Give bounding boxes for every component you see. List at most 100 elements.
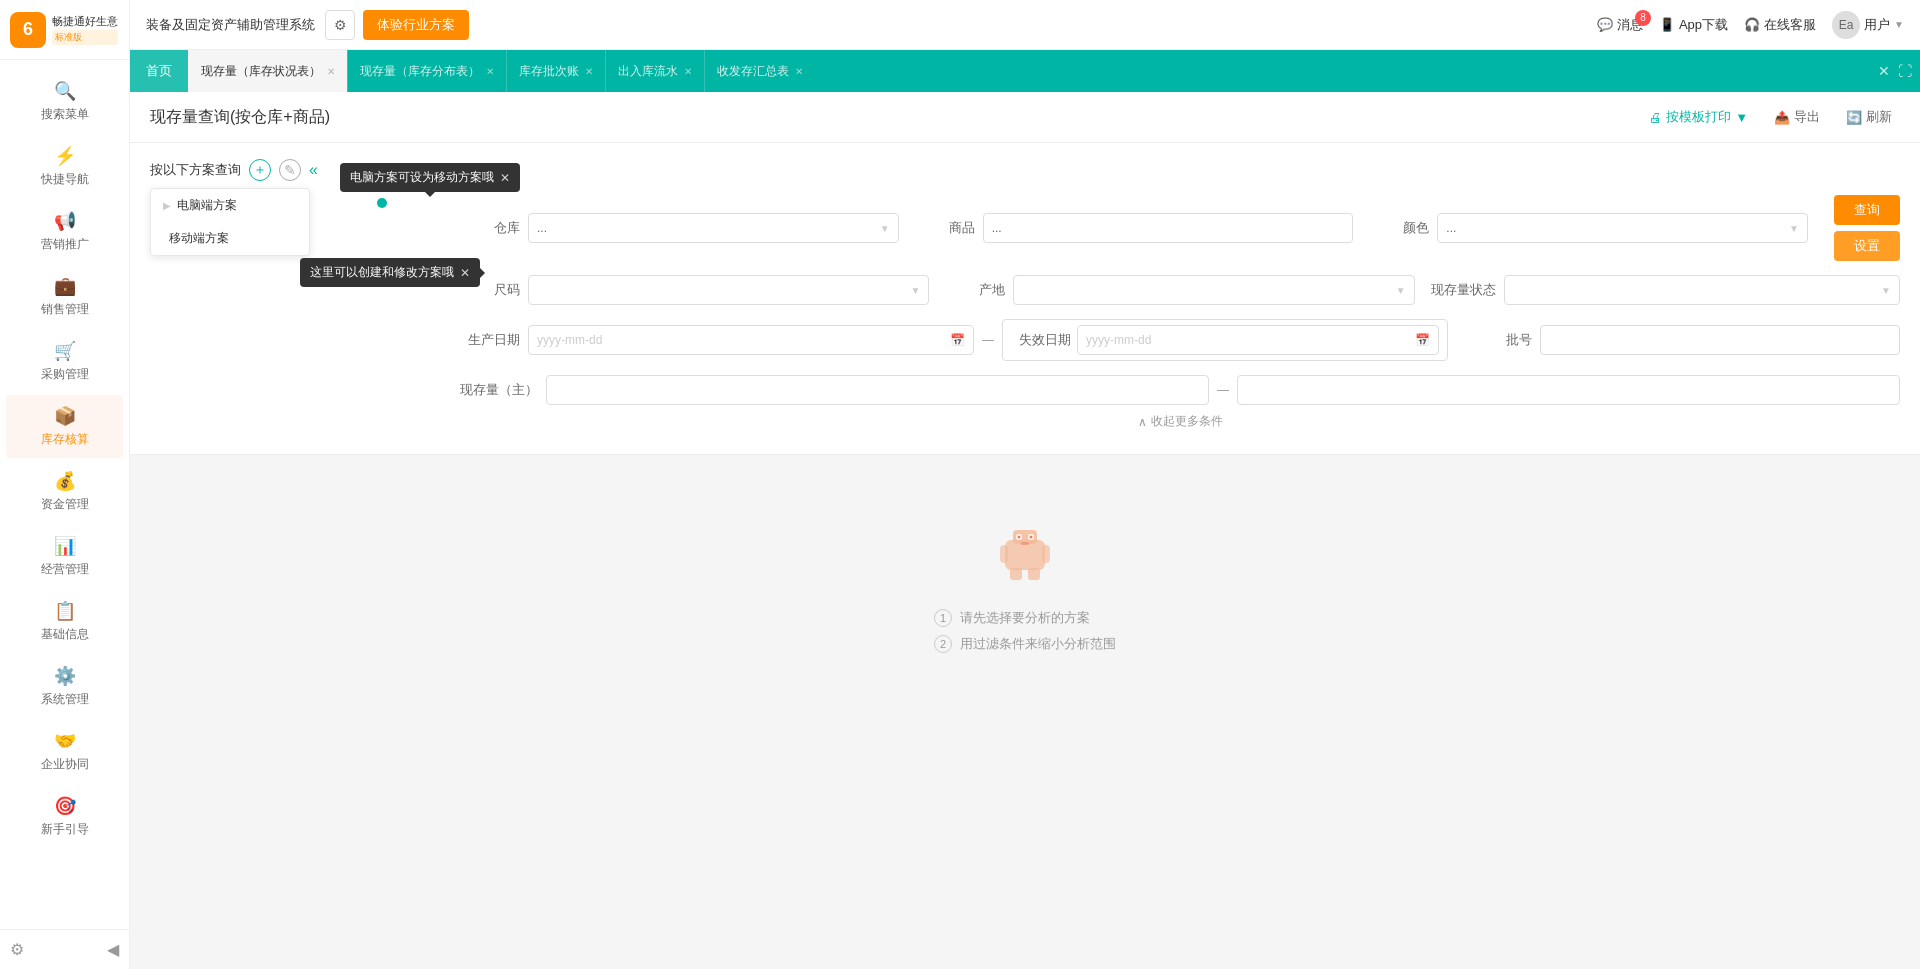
sidebar-item-label: 搜索菜单 bbox=[41, 106, 89, 123]
warehouse-label: 仓库 bbox=[460, 219, 520, 237]
filter-row-3: 生产日期 yyyy-mm-dd 📅 — 失效日期 yyyy-mm-dd 📅 bbox=[460, 319, 1900, 361]
stock-status-select[interactable]: ▼ bbox=[1504, 275, 1900, 305]
tab-close-icon[interactable]: ✕ bbox=[795, 66, 803, 77]
svg-point-5 bbox=[1030, 536, 1033, 539]
sidebar-item-enterprise[interactable]: 🤝 企业协同 bbox=[6, 720, 123, 783]
logo-badge: 标准版 bbox=[52, 30, 118, 45]
tab-receive-send-summary[interactable]: 收发存汇总表 ✕ bbox=[704, 50, 815, 92]
query-button[interactable]: 查询 bbox=[1834, 195, 1900, 225]
select-arrow-icon: ▼ bbox=[1396, 285, 1406, 296]
filter-row-4: 现存量（主） — bbox=[460, 375, 1900, 405]
origin-select[interactable]: ▼ bbox=[1013, 275, 1414, 305]
sidebar-item-marketing[interactable]: 📢 营销推广 bbox=[6, 200, 123, 263]
warehouse-group: 仓库 ... ▼ bbox=[460, 213, 899, 243]
sidebar-item-system[interactable]: ⚙️ 系统管理 bbox=[6, 655, 123, 718]
finance-nav-icon: 💰 bbox=[54, 470, 76, 492]
purchase-nav-icon: 🛒 bbox=[54, 340, 76, 362]
logo-icon: 6 bbox=[10, 12, 46, 48]
print-button[interactable]: 🖨 按模板打印 ▼ bbox=[1641, 104, 1756, 130]
sidebar-item-guide[interactable]: 🎯 新手引导 bbox=[6, 785, 123, 848]
scheme-panel-mobile[interactable]: 移动端方案 bbox=[151, 222, 309, 255]
sidebar-item-purchase[interactable]: 🛒 采购管理 bbox=[6, 330, 123, 393]
tooltip-close-scheme-icon[interactable]: ✕ bbox=[460, 266, 470, 280]
export-button[interactable]: 📤 导出 bbox=[1766, 104, 1828, 130]
scheme-panel-desktop[interactable]: ▶ 电脑端方案 bbox=[151, 189, 309, 222]
filter-row-2: 尺码 ▼ 产地 ▼ bbox=[460, 275, 1900, 305]
tab-batch-account[interactable]: 库存批次账 ✕ bbox=[506, 50, 605, 92]
message-button[interactable]: 💬 消息 8 bbox=[1597, 16, 1643, 34]
back-arrow-icon[interactable]: « bbox=[309, 161, 318, 179]
add-scheme-button[interactable]: ＋ bbox=[249, 159, 271, 181]
expiry-date-label: 失效日期 bbox=[1011, 331, 1071, 349]
filter-section: 按以下方案查询 ＋ ✎ « 电脑方案可设为移动方案哦 ✕ ▶ 电脑端方案 bbox=[130, 143, 1920, 455]
select-arrow-icon: ▼ bbox=[1789, 223, 1799, 234]
tab-close-icon[interactable]: ✕ bbox=[327, 66, 335, 77]
tooltip-close-icon[interactable]: ✕ bbox=[500, 171, 510, 185]
svg-rect-8 bbox=[1042, 545, 1050, 563]
stock-main-end-input[interactable] bbox=[1237, 375, 1900, 405]
empty-tips: 1 请先选择要分析的方案 2 用过滤条件来缩小分析范围 bbox=[934, 609, 1116, 653]
tab-close-icon[interactable]: ✕ bbox=[585, 66, 593, 77]
main-content: 装备及固定资产辅助管理系统 ⚙ 体验行业方案 💬 消息 8 📱 App下载 🎧 … bbox=[130, 0, 1920, 969]
sidebar-item-search[interactable]: 🔍 搜索菜单 bbox=[6, 70, 123, 133]
size-select[interactable]: ▼ bbox=[528, 275, 929, 305]
sidebar-item-finance[interactable]: 💰 资金管理 bbox=[6, 460, 123, 523]
experience-button[interactable]: 体验行业方案 bbox=[363, 10, 469, 40]
color-select[interactable]: ... ▼ bbox=[1437, 213, 1808, 243]
tab-fullscreen-icon[interactable]: ⛶ bbox=[1898, 63, 1912, 79]
tab-inventory-distribution[interactable]: 现存量（库存分布表） ✕ bbox=[347, 50, 506, 92]
enterprise-nav-icon: 🤝 bbox=[54, 730, 76, 752]
stock-status-group: 现存量状态 ▼ bbox=[1431, 275, 1900, 305]
support-button[interactable]: 🎧 在线客服 bbox=[1744, 16, 1816, 34]
filter-label: 按以下方案查询 bbox=[150, 161, 241, 179]
app-download-button[interactable]: 📱 App下载 bbox=[1659, 16, 1728, 34]
sidebar-item-inventory[interactable]: 📦 库存核算 bbox=[6, 395, 123, 458]
tab-close-icon[interactable]: ✕ bbox=[486, 66, 494, 77]
page-header: 现存量查询(按仓库+商品) 🖨 按模板打印 ▼ 📤 导出 🔄 刷新 bbox=[130, 92, 1920, 143]
tab-close-icon[interactable]: ✕ bbox=[684, 66, 692, 77]
product-select[interactable]: ... bbox=[983, 213, 1354, 243]
logo-text: 畅捷通好生意 bbox=[52, 14, 118, 29]
quick-nav-icon: ⚡ bbox=[54, 145, 76, 167]
basic-nav-icon: 📋 bbox=[54, 600, 76, 622]
select-arrow-icon: ▼ bbox=[880, 223, 890, 234]
stock-main-label: 现存量（主） bbox=[460, 381, 538, 399]
tab-bar: 首页 现存量（库存状况表） ✕ 现存量（库存分布表） ✕ 库存批次账 ✕ 出入库… bbox=[130, 50, 1920, 92]
svg-point-4 bbox=[1018, 536, 1021, 539]
page-content: 现存量查询(按仓库+商品) 🖨 按模板打印 ▼ 📤 导出 🔄 刷新 bbox=[130, 92, 1920, 969]
sidebar-item-label: 企业协同 bbox=[41, 756, 89, 773]
empty-illustration bbox=[985, 515, 1065, 595]
edit-scheme-button[interactable]: ✎ bbox=[279, 159, 301, 181]
stock-main-start-input[interactable] bbox=[546, 375, 1209, 405]
batch-label: 批号 bbox=[1472, 331, 1532, 349]
sidebar: 6 畅捷通好生意 标准版 🔍 搜索菜单 ⚡ 快捷导航 📢 营销推广 💼 销售管理… bbox=[0, 0, 130, 969]
refresh-button[interactable]: 🔄 刷新 bbox=[1838, 104, 1900, 130]
sidebar-collapse-icon[interactable]: ◀ bbox=[107, 940, 119, 959]
top-header: 装备及固定资产辅助管理系统 ⚙ 体验行业方案 💬 消息 8 📱 App下载 🎧 … bbox=[130, 0, 1920, 50]
color-label: 颜色 bbox=[1369, 219, 1429, 237]
expiry-date-input[interactable]: yyyy-mm-dd 📅 bbox=[1077, 325, 1439, 355]
tab-home[interactable]: 首页 bbox=[130, 50, 188, 92]
sidebar-item-basic[interactable]: 📋 基础信息 bbox=[6, 590, 123, 653]
prod-date-start-input[interactable]: yyyy-mm-dd 📅 bbox=[528, 325, 974, 355]
date-separator: — bbox=[982, 333, 994, 347]
tab-inventory-status[interactable]: 现存量（库存状况表） ✕ bbox=[188, 50, 347, 92]
batch-input[interactable] bbox=[1540, 325, 1900, 355]
sidebar-item-sales[interactable]: 💼 销售管理 bbox=[6, 265, 123, 328]
sidebar-item-label: 采购管理 bbox=[41, 366, 89, 383]
sidebar-settings-icon[interactable]: ⚙ bbox=[10, 940, 24, 959]
prod-date-group: 生产日期 yyyy-mm-dd 📅 — 失效日期 yyyy-mm-dd 📅 bbox=[460, 319, 1900, 361]
warehouse-select[interactable]: ... ▼ bbox=[528, 213, 899, 243]
operations-nav-icon: 📊 bbox=[54, 535, 76, 557]
marketing-nav-icon: 📢 bbox=[54, 210, 76, 232]
filter-row-1: 仓库 ... ▼ 商品 ... bbox=[460, 195, 1900, 261]
reset-button[interactable]: 设置 bbox=[1834, 231, 1900, 261]
sidebar-item-quick[interactable]: ⚡ 快捷导航 bbox=[6, 135, 123, 198]
sidebar-footer: ⚙ ◀ bbox=[0, 929, 129, 969]
sidebar-item-operations[interactable]: 📊 经营管理 bbox=[6, 525, 123, 588]
tab-close-all-icon[interactable]: ✕ bbox=[1878, 63, 1890, 79]
user-menu[interactable]: Ea 用户 ▼ bbox=[1832, 11, 1904, 39]
collapse-button[interactable]: ∧ 收起更多条件 bbox=[460, 405, 1900, 438]
header-settings-button[interactable]: ⚙ bbox=[325, 10, 355, 40]
tab-warehouse-flow[interactable]: 出入库流水 ✕ bbox=[605, 50, 704, 92]
